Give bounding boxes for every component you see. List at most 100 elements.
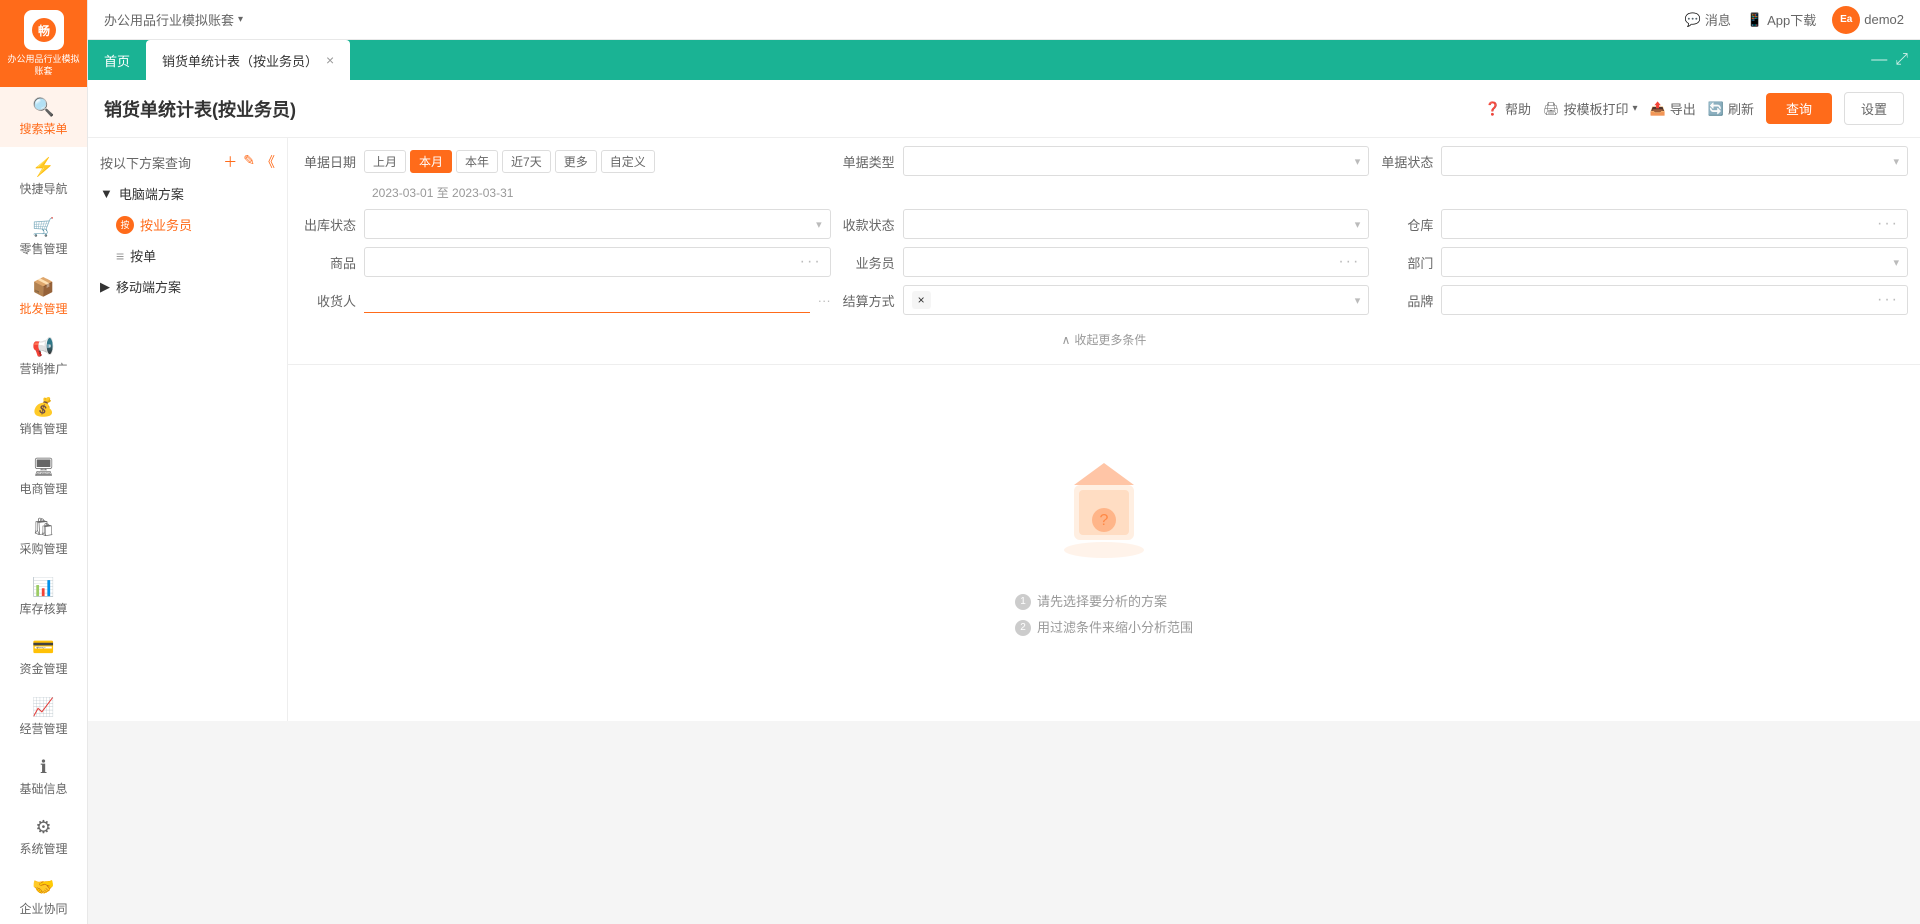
sidebar-item-system[interactable]: ⚙ 系统管理 xyxy=(0,807,87,867)
marketing-icon: 📢 xyxy=(32,337,54,358)
sidebar-label-ecommerce: 电商管理 xyxy=(19,480,67,497)
sidebar-label-business: 经营管理 xyxy=(19,720,67,737)
warehouse-select[interactable]: ··· xyxy=(1441,209,1908,239)
salesperson-select[interactable]: ··· xyxy=(903,247,1370,277)
receipt-status-select[interactable]: ▾ xyxy=(903,209,1370,239)
avatar: Ea xyxy=(1832,6,1860,34)
doc-type-select[interactable]: ▾ xyxy=(903,146,1370,176)
tab-collapse-icon[interactable]: — xyxy=(1871,51,1887,69)
sidebar-item-search[interactable]: 🔍 搜索菜单 xyxy=(0,87,87,147)
tree-label-pc: 电脑端方案 xyxy=(119,184,184,203)
settings-button[interactable]: 设置 xyxy=(1844,92,1904,125)
date-btn-custom[interactable]: 自定义 xyxy=(601,150,655,173)
settle-tag: × xyxy=(912,291,931,309)
tree-label-mobile: 移动端方案 xyxy=(116,277,181,296)
app-download-button[interactable]: 📱 App下载 xyxy=(1747,10,1816,29)
tree-item-by-order[interactable]: ≡ 按单 xyxy=(88,240,287,271)
out-status-select[interactable]: ▾ xyxy=(364,209,831,239)
tree-label-salesperson: 按业务员 xyxy=(140,215,192,234)
sidebar-item-ecommerce[interactable]: 🖥 电商管理 xyxy=(0,447,87,507)
message-label: 消息 xyxy=(1705,10,1731,29)
username: demo2 xyxy=(1864,12,1904,27)
date-btn-this-month[interactable]: 本月 xyxy=(410,150,452,173)
sidebar-item-wholesale[interactable]: 📦 批发管理 xyxy=(0,267,87,327)
refresh-button[interactable]: 🔄 刷新 xyxy=(1708,99,1754,118)
query-button[interactable]: 查询 xyxy=(1766,93,1832,124)
help-label: 帮助 xyxy=(1505,99,1531,118)
date-btn-more[interactable]: 更多 xyxy=(555,150,597,173)
sidebar-item-retail[interactable]: 🛒 零售管理 xyxy=(0,207,87,267)
tree-item-salesperson[interactable]: 按 按业务员 xyxy=(88,209,287,240)
doc-status-label: 单据状态 xyxy=(1377,152,1433,171)
topbar: 办公用品行业模拟账套 ▾ 💬 消息 📱 App下载 Ea demo2 xyxy=(88,0,1920,40)
tab-expand-icon[interactable]: ⤢ xyxy=(1895,51,1908,69)
receiver-input[interactable] xyxy=(364,287,810,313)
tab-close-icon[interactable]: × xyxy=(326,52,334,68)
export-button[interactable]: 📤 导出 xyxy=(1650,99,1696,118)
sidebar-label-basic: 基础信息 xyxy=(19,780,67,797)
collapse-filters-button[interactable]: ∧ 收起更多条件 xyxy=(300,323,1908,356)
sidebar-item-basic[interactable]: ℹ 基础信息 xyxy=(0,747,87,807)
sidebar-item-shortcut[interactable]: ⚡ 快捷导航 xyxy=(0,147,87,207)
tip-item-2: 2 用过滤条件来缩小分析范围 xyxy=(1015,615,1193,641)
date-range-text: 2023-03-01 至 2023-03-31 xyxy=(372,184,513,201)
settle-tag-close[interactable]: × xyxy=(918,293,925,307)
tree-item-pc[interactable]: ▼ 电脑端方案 xyxy=(88,178,287,209)
filter-cell-receipt-status: 收款状态 ▾ xyxy=(839,209,1370,239)
filter-cell-date: 单据日期 上月 本月 本年 近7天 更多 自定义 xyxy=(300,146,831,176)
sidebar-label-system: 系统管理 xyxy=(19,840,67,857)
tab-home[interactable]: 首页 xyxy=(88,40,146,80)
date-btn-7days[interactable]: 近7天 xyxy=(502,150,551,173)
sidebar-item-marketing[interactable]: 📢 营销推广 xyxy=(0,327,87,387)
department-select[interactable]: ▾ xyxy=(1441,247,1908,277)
app-icon: 📱 xyxy=(1747,12,1763,28)
doc-type-chevron: ▾ xyxy=(1355,155,1361,168)
tab-active-label: 销货单统计表（按业务员） xyxy=(162,51,318,70)
print-button[interactable]: 🖨 按模板打印 ▾ xyxy=(1543,99,1638,118)
wholesale-icon: 📦 xyxy=(32,277,54,298)
goods-select[interactable]: ··· xyxy=(364,247,831,277)
brand-dots: ··· xyxy=(1877,291,1899,309)
filter-row-2: 出库状态 ▾ 收款状态 ▾ xyxy=(300,209,1908,239)
sidebar-item-sales[interactable]: 💰 销售管理 xyxy=(0,387,87,447)
tree-item-mobile[interactable]: ▶ 移动端方案 xyxy=(88,271,287,302)
receiver-more-icon[interactable]: ··· xyxy=(818,293,831,308)
sidebar-item-business[interactable]: 📈 经营管理 xyxy=(0,687,87,747)
filter-cell-doc-status: 单据状态 ▾ xyxy=(1377,146,1908,176)
settle-select[interactable]: × ▾ xyxy=(903,285,1370,315)
goods-label: 商品 xyxy=(300,253,356,272)
svg-text:?: ? xyxy=(1100,512,1109,529)
filter-cell-settle: 结算方式 × ▾ xyxy=(839,285,1370,315)
filter-row-4: 收货人 ··· 结算方式 × ▾ xyxy=(300,285,1908,315)
brand-select[interactable]: ··· xyxy=(1441,285,1908,315)
topbar-brand: 办公用品行业模拟账套 ▾ xyxy=(104,10,243,29)
filter-row-1: 单据日期 上月 本月 本年 近7天 更多 自定义 xyxy=(300,146,1908,176)
app-label: App下载 xyxy=(1767,10,1816,29)
help-icon: ❓ xyxy=(1485,101,1501,117)
message-button[interactable]: 💬 消息 xyxy=(1685,10,1731,29)
date-btn-last-month[interactable]: 上月 xyxy=(364,150,406,173)
doc-status-chevron: ▾ xyxy=(1893,155,1899,168)
doc-status-select[interactable]: ▾ xyxy=(1441,146,1908,176)
sidebar-item-inventory[interactable]: 📊 库存核算 xyxy=(0,567,87,627)
add-scheme-icon[interactable]: ＋ xyxy=(223,152,237,172)
help-button[interactable]: ❓ 帮助 xyxy=(1485,99,1531,118)
edit-scheme-icon[interactable]: ✎ xyxy=(243,152,255,172)
mobile-expand-icon: ▶ xyxy=(100,279,110,295)
empty-illustration: ? xyxy=(1044,445,1164,565)
print-label: 按模板打印 xyxy=(1564,99,1629,118)
sidebar-item-purchase[interactable]: 🛍 采购管理 xyxy=(0,507,87,567)
salesperson-avatar-icon: 按 xyxy=(116,216,134,234)
date-btn-this-year[interactable]: 本年 xyxy=(456,150,498,173)
tab-salesperson-report[interactable]: 销货单统计表（按业务员） × xyxy=(146,40,350,80)
collapse-panel-icon[interactable]: 《 xyxy=(261,152,275,172)
sidebar-label-sales: 销售管理 xyxy=(19,420,67,437)
user-menu[interactable]: Ea demo2 xyxy=(1832,6,1904,34)
filter-container: 单据日期 上月 本月 本年 近7天 更多 自定义 xyxy=(288,138,1920,364)
sidebar-logo: 畅 办公用品行业模拟账套 xyxy=(0,0,87,87)
basic-icon: ℹ xyxy=(40,757,47,778)
sidebar-item-finance[interactable]: 💳 资金管理 xyxy=(0,627,87,687)
sidebar-item-enterprise[interactable]: 🤝 企业协同 xyxy=(0,867,87,924)
sidebar-label-purchase: 采购管理 xyxy=(19,540,67,557)
sidebar-label-marketing: 营销推广 xyxy=(19,360,67,377)
